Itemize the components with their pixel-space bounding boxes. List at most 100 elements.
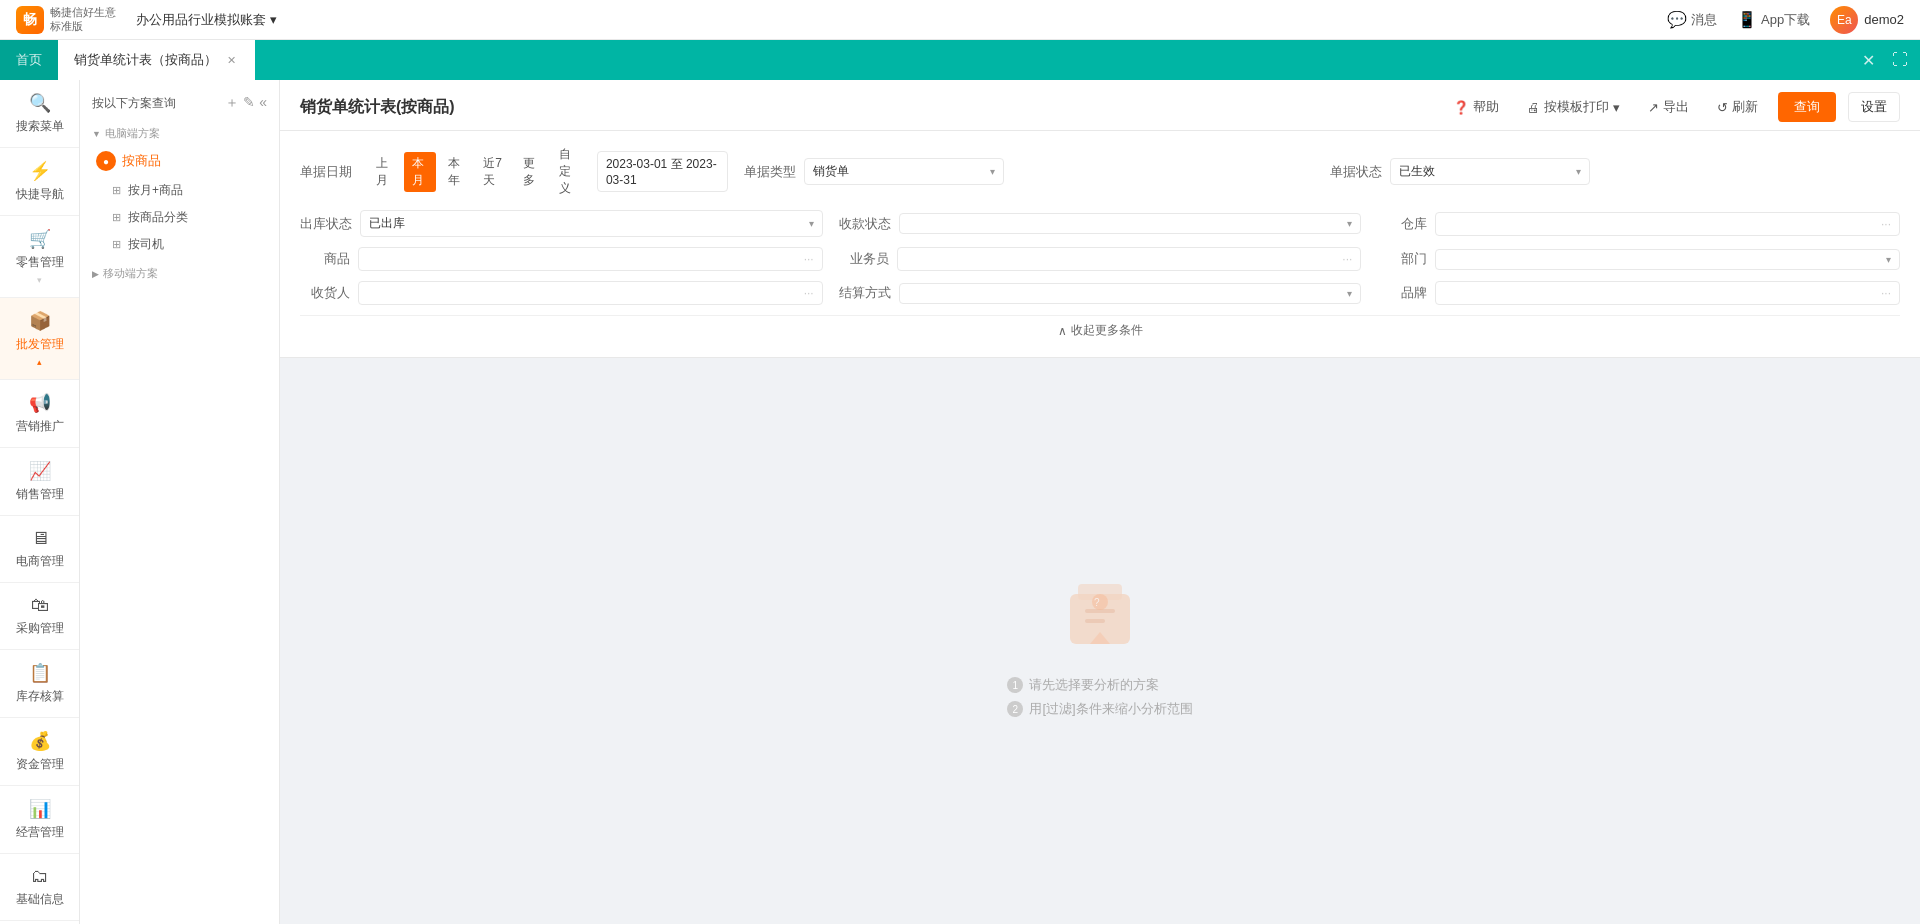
- chevron-down-icon: ▾: [1347, 288, 1352, 299]
- product-scheme-icon: ●: [96, 151, 116, 171]
- wholesale-icon: 📦: [29, 310, 51, 332]
- template-print-button[interactable]: 🖨 按模板打印 ▾: [1519, 94, 1628, 120]
- left-panel-icons: ＋ ✎ «: [225, 94, 267, 112]
- messages-button[interactable]: 💬 消息: [1667, 10, 1717, 29]
- refresh-icon: ↺: [1717, 100, 1728, 115]
- date-tab-this-month[interactable]: 本月: [404, 152, 436, 192]
- doc-type-select[interactable]: 销货单 ▾: [804, 158, 1004, 185]
- more-icon[interactable]: ···: [1881, 286, 1891, 300]
- date-tab-7days[interactable]: 近7天: [475, 152, 511, 192]
- quick-nav-icon: ⚡: [29, 160, 51, 182]
- doc-status-select[interactable]: 已生效 ▾: [1390, 158, 1590, 185]
- chevron-down-icon: ▾: [1886, 254, 1891, 265]
- more-icon[interactable]: ···: [1342, 252, 1352, 266]
- more-icon[interactable]: ···: [804, 252, 814, 266]
- sidebar-item-base[interactable]: 🗂 基础信息: [0, 854, 79, 921]
- sidebar-item-ops[interactable]: 📊 经营管理: [0, 786, 79, 854]
- sidebar-search[interactable]: 🔍 搜索菜单: [0, 80, 79, 148]
- app-download-button[interactable]: 📱 App下载: [1737, 10, 1810, 29]
- search-icon: 🔍: [29, 92, 51, 114]
- empty-tip-1: 1 请先选择要分析的方案: [1007, 676, 1192, 694]
- sidebar-item-inventory[interactable]: 📋 库存核算: [0, 650, 79, 718]
- receiver-input[interactable]: ···: [358, 281, 823, 305]
- maximize-icon[interactable]: ⛶: [1888, 48, 1912, 72]
- right-content: 销货单统计表(按商品) ❓ 帮助 🖨 按模板打印 ▾ ↗: [280, 80, 1920, 924]
- sidebar-item-finance[interactable]: 💰 资金管理: [0, 718, 79, 786]
- tree-item-by-product[interactable]: ● 按商品: [80, 145, 279, 177]
- more-icon[interactable]: ···: [804, 286, 814, 300]
- tab-close-icon[interactable]: ✕: [223, 52, 239, 68]
- date-tab-custom[interactable]: 自定义: [551, 143, 591, 200]
- recv-status-select[interactable]: ▾: [899, 213, 1362, 234]
- settings-button[interactable]: 设置: [1848, 92, 1900, 122]
- dept-group: 部门 ▾: [1377, 249, 1900, 270]
- workspace-selector[interactable]: 办公用品行业模拟账套 ▾: [128, 7, 285, 33]
- sidebar-item-purchase[interactable]: 🛍 采购管理: [0, 583, 79, 650]
- tab-home[interactable]: 首页: [0, 40, 58, 80]
- payment-select[interactable]: ▾: [899, 283, 1362, 304]
- export-button[interactable]: ↗ 导出: [1640, 94, 1697, 120]
- sidebar-quick-nav[interactable]: ⚡ 快捷导航: [0, 148, 79, 216]
- close-window-icon[interactable]: ✕: [1856, 48, 1880, 72]
- tree-item-by-printer[interactable]: ⊞ 按司机: [100, 231, 279, 258]
- out-status-select[interactable]: 已出库 ▾: [360, 210, 823, 237]
- sidebar-item-ecom[interactable]: 🖥 电商管理: [0, 516, 79, 583]
- brand-group: 品牌 ···: [1377, 281, 1900, 305]
- logo-area: 畅 畅捷信好生意 标准版: [16, 6, 116, 34]
- help-icon: ❓: [1453, 100, 1469, 115]
- date-control: 上月 本月 本年 近7天 更多 自定义 2023-03-01 至 2023-03…: [368, 143, 728, 200]
- finance-icon: 💰: [29, 730, 51, 752]
- goods-label: 商品: [300, 250, 350, 268]
- phone-icon: 📱: [1737, 10, 1757, 29]
- purchase-icon: 🛍: [31, 595, 49, 616]
- filter-row-1: 单据日期 上月 本月 本年 近7天 更多 自定义 2023-03-01 至 20…: [300, 143, 1900, 200]
- tree-item-by-month-product[interactable]: ⊞ 按月+商品: [100, 177, 279, 204]
- date-tab-last-month[interactable]: 上月: [368, 152, 400, 192]
- salesperson-group: 业务员 ···: [839, 247, 1362, 271]
- dept-label: 部门: [1377, 250, 1427, 268]
- desktop-section-label[interactable]: 电脑端方案: [80, 118, 279, 145]
- help-button[interactable]: ❓ 帮助: [1445, 94, 1507, 120]
- grid-icon-2: ⊞: [108, 210, 124, 226]
- print-icon: 🖨: [1527, 100, 1540, 115]
- tree-item-by-category[interactable]: ⊞ 按商品分类: [100, 204, 279, 231]
- base-icon: 🗂: [31, 866, 49, 887]
- date-tab-this-year[interactable]: 本年: [440, 152, 472, 192]
- goods-input[interactable]: ···: [358, 247, 823, 271]
- chevron-down-icon: ▾: [270, 12, 277, 27]
- more-icon[interactable]: ···: [1881, 217, 1891, 231]
- recv-status-label: 收款状态: [839, 215, 891, 233]
- page-title: 销货单统计表(按商品): [300, 97, 455, 118]
- sidebar: 🔍 搜索菜单 ⚡ 快捷导航 🛒 零售管理 ▾ 📦 批发管理 ▴ 📢 营销推广 📈…: [0, 80, 80, 924]
- edit-scheme-icon[interactable]: ✎: [243, 94, 255, 112]
- search-button[interactable]: 查询: [1778, 92, 1836, 122]
- date-tabs: 上月 本月 本年 近7天 更多 自定义: [368, 143, 591, 200]
- chevron-down-icon: ▾: [1347, 218, 1352, 229]
- dept-select[interactable]: ▾: [1435, 249, 1900, 270]
- sidebar-item-sales-mgmt[interactable]: 📈 销售管理: [0, 448, 79, 516]
- sidebar-item-wholesale[interactable]: 📦 批发管理 ▴: [0, 298, 79, 380]
- salesperson-label: 业务员: [839, 250, 889, 268]
- tab-sales-stat[interactable]: 销货单统计表（按商品） ✕: [58, 40, 255, 80]
- collapse-panel-icon[interactable]: «: [259, 94, 267, 112]
- tree-children: ⊞ 按月+商品 ⊞ 按商品分类 ⊞ 按司机: [80, 177, 279, 258]
- sidebar-item-retail[interactable]: 🛒 零售管理 ▾: [0, 216, 79, 298]
- chevron-down-icon: ▾: [809, 218, 814, 229]
- chevron-up-icon: ∧: [1058, 324, 1067, 338]
- collapse-filters-button[interactable]: ∧ 收起更多条件: [300, 315, 1900, 345]
- add-scheme-icon[interactable]: ＋: [225, 94, 239, 112]
- date-tab-more[interactable]: 更多: [515, 152, 547, 192]
- svg-rect-3: [1085, 619, 1105, 623]
- doc-type-group: 单据类型 销货单 ▾: [744, 158, 1314, 185]
- user-avatar-area[interactable]: Ea demo2: [1830, 6, 1904, 34]
- refresh-button[interactable]: ↺ 刷新: [1709, 94, 1766, 120]
- brand-input[interactable]: ···: [1435, 281, 1900, 305]
- date-range-input[interactable]: 2023-03-01 至 2023-03-31: [597, 151, 728, 192]
- warehouse-input[interactable]: ···: [1435, 212, 1900, 236]
- empty-tip-2: 2 用[过滤]条件来缩小分析范围: [1007, 700, 1192, 718]
- marketing-icon: 📢: [29, 392, 51, 414]
- sidebar-item-marketing[interactable]: 📢 营销推广: [0, 380, 79, 448]
- mobile-section-label[interactable]: 移动端方案: [80, 258, 279, 285]
- tab-bar: 首页 销货单统计表（按商品） ✕ ✕ ⛶: [0, 40, 1920, 80]
- salesperson-input[interactable]: ···: [897, 247, 1362, 271]
